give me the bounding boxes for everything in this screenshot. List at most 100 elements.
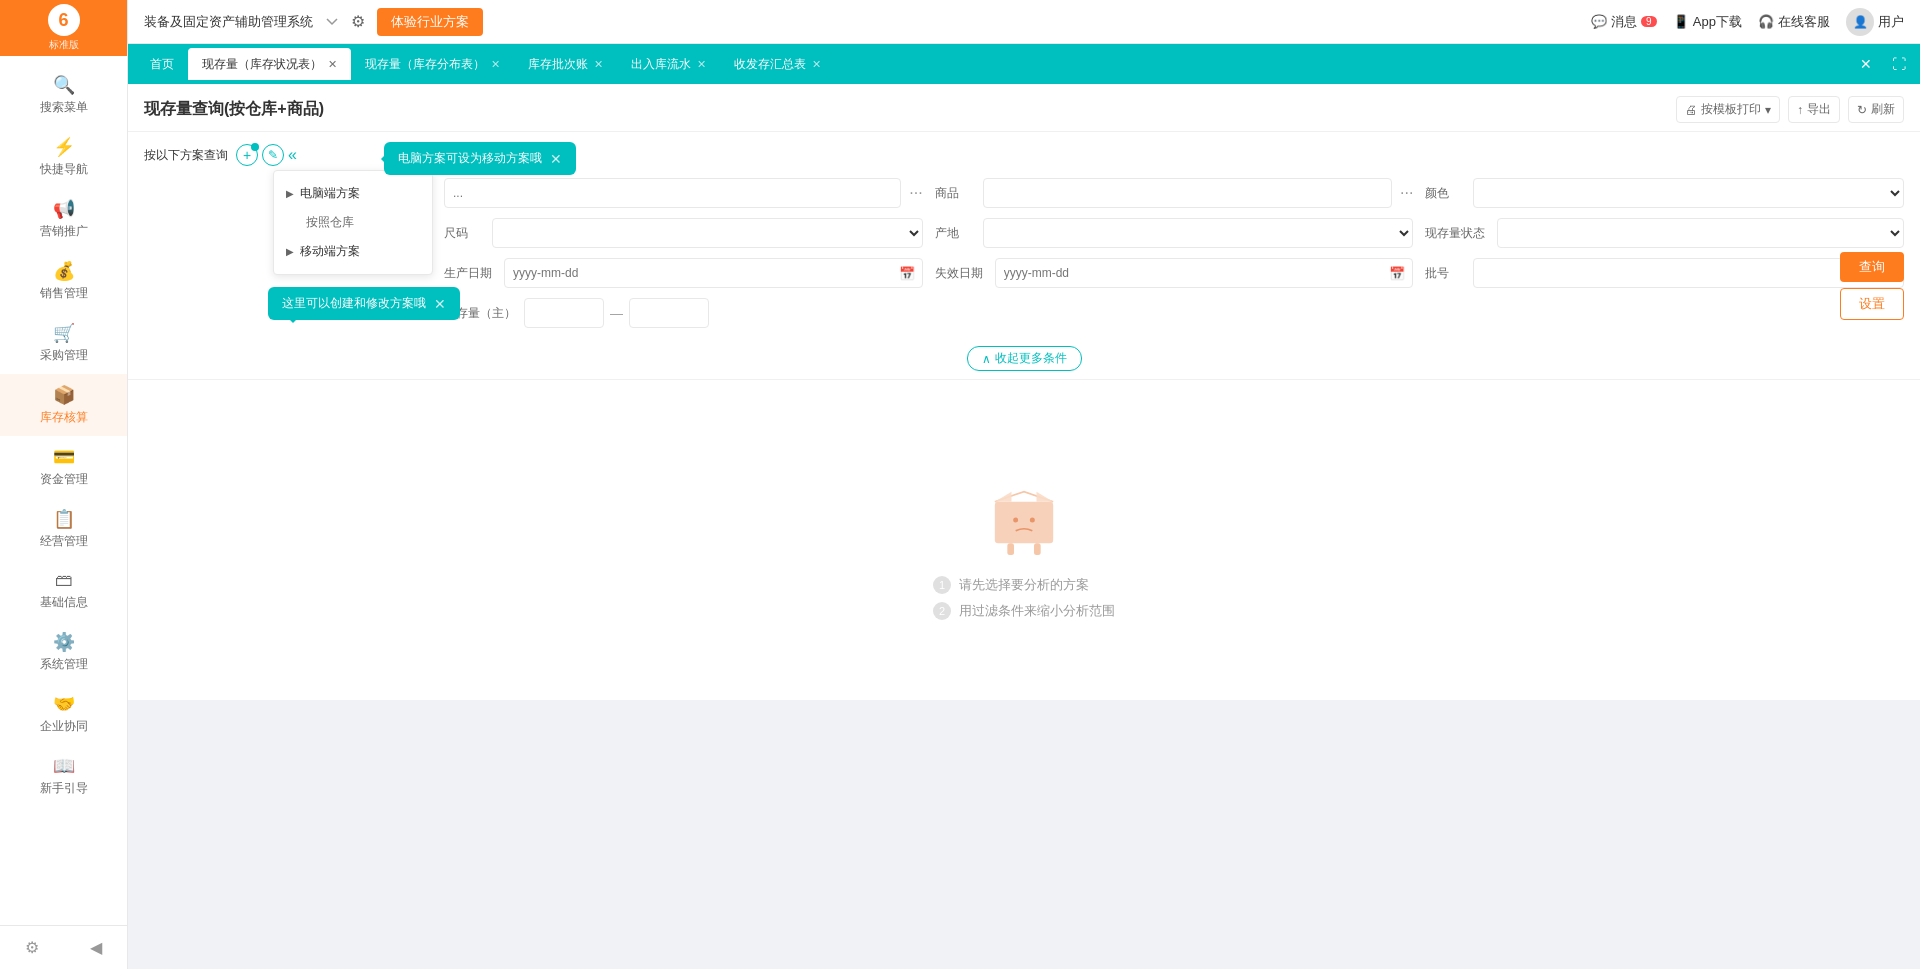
tooltip1-close[interactable]: ✕ (550, 151, 562, 167)
sidebar-bottom: ⚙ ◀ (0, 925, 127, 969)
app-download-item[interactable]: 📱 App下载 (1673, 13, 1742, 31)
filter-size: 尺码 (444, 218, 923, 248)
production-date-calendar-icon[interactable]: 📅 (899, 266, 915, 281)
sidebar-item-inventory[interactable]: 📦 库存核算 (0, 374, 127, 436)
goods-input[interactable] (983, 178, 1392, 208)
sidebar-item-basic-info[interactable]: 🗃 基础信息 (0, 560, 127, 621)
topbar-right: 💬 消息 9 📱 App下载 🎧 在线客服 👤 用户 (1591, 8, 1904, 36)
svg-rect-0 (995, 502, 1053, 544)
step-num-2: 2 (933, 602, 951, 620)
sidebar-item-marketing[interactable]: 📢 营销推广 (0, 188, 127, 250)
color-select[interactable] (1473, 178, 1904, 208)
app-download-label: App下载 (1693, 13, 1742, 31)
sidebar-item-label: 库存核算 (40, 409, 88, 426)
goods-more-icon[interactable]: ··· (1400, 184, 1413, 202)
quick-nav-icon: ⚡ (53, 136, 75, 158)
tab-inventory-status[interactable]: 现存量（库存状况表） ✕ (188, 48, 351, 80)
schema-sub-item[interactable]: 按照仓库 (274, 208, 432, 237)
tab-close-batch-ledger[interactable]: ✕ (594, 58, 603, 71)
warehouse-more-icon[interactable]: ··· (909, 184, 922, 202)
svg-point-1 (1013, 518, 1018, 523)
sidebar-item-finance[interactable]: 💳 资金管理 (0, 436, 127, 498)
sidebar-item-system[interactable]: ⚙️ 系统管理 (0, 621, 127, 683)
export-btn[interactable]: ↑ 导出 (1788, 96, 1840, 123)
collapse-label: 收起更多条件 (995, 350, 1067, 367)
collapse-btn[interactable]: ∧ 收起更多条件 (967, 346, 1082, 371)
sidebar-item-management[interactable]: 📋 经营管理 (0, 498, 127, 560)
export-label: 导出 (1807, 101, 1831, 118)
logo-icon: 6 (48, 4, 80, 36)
tab-inventory-dist[interactable]: 现存量（库存分布表） ✕ (351, 48, 514, 80)
content-inner: 现存量查询(按仓库+商品) 🖨 按模板打印 ▾ ↑ 导出 ↻ 刷新 (128, 84, 1920, 700)
warehouse-input[interactable] (444, 178, 901, 208)
tooltip2-close[interactable]: ✕ (434, 296, 446, 312)
tab-batch-ledger[interactable]: 库存批次账 ✕ (514, 48, 617, 80)
tab-collect-summary-label: 收发存汇总表 (734, 56, 806, 73)
topbar-settings-icon[interactable]: ⚙ (351, 12, 365, 31)
close-all-tabs-btn[interactable]: ✕ (1854, 54, 1878, 74)
back-arrow-btn[interactable]: « (288, 146, 297, 164)
origin-label: 产地 (935, 225, 975, 242)
filter-section-label: 按以下方案查询 (144, 147, 228, 164)
svg-rect-3 (1007, 543, 1014, 555)
chevron-up-icon: ∧ (982, 352, 991, 366)
add-schema-btn[interactable]: + (236, 144, 258, 166)
tab-close-inventory-status[interactable]: ✕ (328, 58, 337, 71)
reset-btn[interactable]: 设置 (1840, 288, 1904, 320)
online-support-item[interactable]: 🎧 在线客服 (1758, 13, 1830, 31)
size-select[interactable] (492, 218, 923, 248)
batch-label: 批号 (1425, 265, 1465, 282)
inventory-status-select[interactable] (1497, 218, 1904, 248)
sidebar-item-search-menu[interactable]: 🔍 搜索菜单 (0, 64, 127, 126)
sidebar-menu: 🔍 搜索菜单 ⚡ 快捷导航 📢 营销推广 💰 销售管理 🛒 采购管理 📦 库存核… (0, 56, 127, 925)
expand-icon2: ▶ (286, 246, 294, 257)
size-label: 尺码 (444, 225, 484, 242)
expiry-date-input[interactable] (995, 258, 1414, 288)
message-item[interactable]: 💬 消息 9 (1591, 13, 1657, 31)
empty-steps: 1 请先选择要分析的方案 2 用过滤条件来缩小分析范围 (933, 576, 1115, 620)
production-date-input[interactable] (504, 258, 923, 288)
sidebar: 6 标准版 🔍 搜索菜单 ⚡ 快捷导航 📢 营销推广 💰 销售管理 🛒 采购管理… (0, 0, 128, 969)
system-title: 装备及固定资产辅助管理系统 (144, 13, 313, 31)
tab-close-inventory-dist[interactable]: ✕ (491, 58, 500, 71)
collapse-sidebar-icon[interactable]: ◀ (90, 938, 102, 957)
origin-select[interactable] (983, 218, 1414, 248)
sidebar-item-quick-nav[interactable]: ⚡ 快捷导航 (0, 126, 127, 188)
inventory-max-input[interactable] (629, 298, 709, 328)
filter-icons: + ✎ « (236, 144, 297, 166)
message-label: 消息 (1611, 13, 1637, 31)
sidebar-item-purchase[interactable]: 🛒 采购管理 (0, 312, 127, 374)
tabs-right-controls: ✕ ⛶ (1854, 54, 1912, 74)
filter-goods: 商品 ··· (935, 178, 1414, 208)
maximize-btn[interactable]: ⛶ (1886, 54, 1912, 74)
print-btn[interactable]: 🖨 按模板打印 ▾ (1676, 96, 1780, 123)
main-area: 装备及固定资产辅助管理系统 ⚙ 体验行业方案 💬 消息 9 📱 App下载 🎧 … (128, 0, 1920, 969)
expiry-date-calendar-icon[interactable]: 📅 (1389, 266, 1405, 281)
edit-schema-btn[interactable]: ✎ (262, 144, 284, 166)
tab-home[interactable]: 首页 (136, 48, 188, 80)
tab-close-collect-summary[interactable]: ✕ (812, 58, 821, 71)
tab-close-in-out-flow[interactable]: ✕ (697, 58, 706, 71)
enterprise-icon: 🤝 (53, 693, 75, 715)
dropdown-icon (325, 15, 339, 29)
user-item[interactable]: 👤 用户 (1846, 8, 1904, 36)
mobile-schema-item[interactable]: ▶ 移动端方案 (274, 237, 432, 266)
desktop-schema-item[interactable]: ▶ 电脑端方案 (274, 179, 432, 208)
tab-batch-ledger-label: 库存批次账 (528, 56, 588, 73)
sidebar-item-label: 新手引导 (40, 780, 88, 797)
basic-info-icon: 🗃 (55, 570, 73, 591)
settings-icon[interactable]: ⚙ (25, 938, 39, 957)
tab-collect-summary[interactable]: 收发存汇总表 ✕ (720, 48, 835, 80)
refresh-btn[interactable]: ↻ 刷新 (1848, 96, 1904, 123)
sidebar-item-guide[interactable]: 📖 新手引导 (0, 745, 127, 807)
inventory-min-input[interactable] (524, 298, 604, 328)
sidebar-item-label: 销售管理 (40, 285, 88, 302)
industry-btn[interactable]: 体验行业方案 (377, 8, 483, 36)
sidebar-item-sales[interactable]: 💰 销售管理 (0, 250, 127, 312)
tab-in-out-flow[interactable]: 出入库流水 ✕ (617, 48, 720, 80)
search-btn[interactable]: 查询 (1840, 252, 1904, 282)
schema-sub-label: 按照仓库 (298, 214, 420, 231)
sidebar-item-enterprise[interactable]: 🤝 企业协同 (0, 683, 127, 745)
message-badge: 9 (1641, 16, 1657, 27)
filter-row-2: 尺码 产地 现存量状态 (444, 218, 1904, 248)
